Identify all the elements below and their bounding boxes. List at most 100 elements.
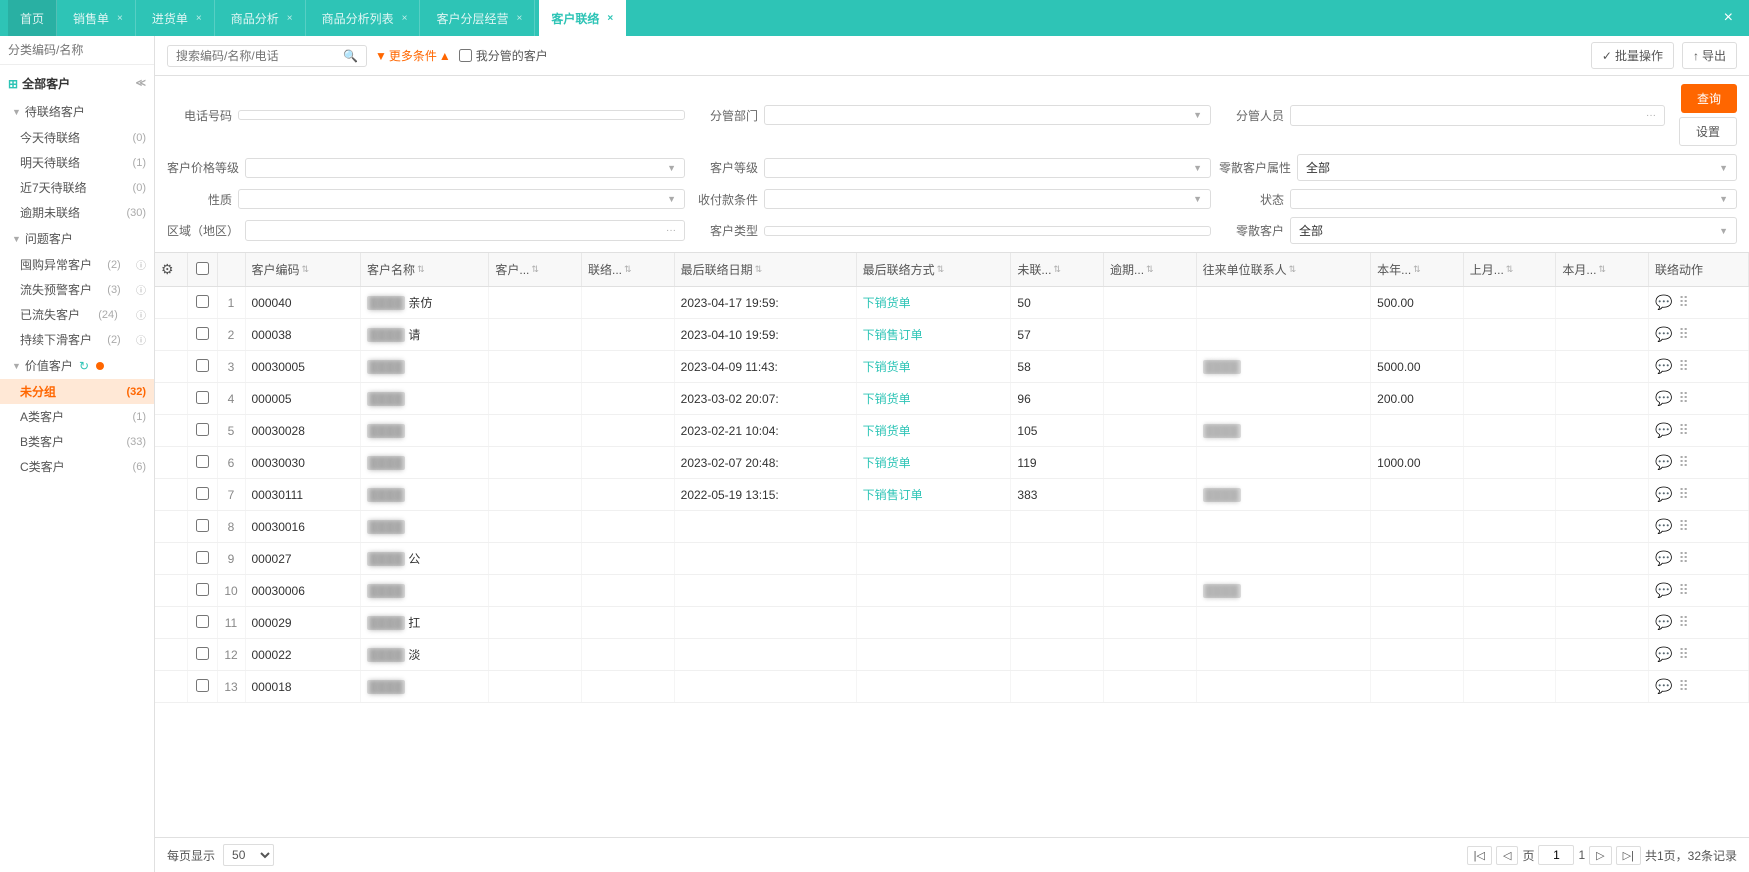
row-checkbox-cell[interactable] [187,639,217,671]
row-checkbox-cell[interactable] [187,287,217,319]
message-action-icon[interactable]: 💬 [1655,390,1672,407]
row-checkbox-cell[interactable] [187,607,217,639]
row-checkbox[interactable] [196,679,209,692]
search-input[interactable] [176,49,339,63]
message-action-icon[interactable]: 💬 [1655,582,1672,599]
next-page-button[interactable]: ▷ [1589,846,1611,865]
col-customer-type[interactable]: 客户... ⇅ [489,253,582,287]
col-last-contact-way[interactable]: 最后联络方式 ⇅ [856,253,1011,287]
search-icon-filter[interactable]: 🔍 [343,49,358,63]
sidebar-group-problem[interactable]: ▼ 问题客户 [0,225,154,252]
col-contact-sort-icon[interactable]: ⇅ [624,264,632,275]
row-last-way-link[interactable]: 下销货单 [863,424,911,438]
message-action-icon[interactable]: 💬 [1655,358,1672,375]
more-action-icon[interactable]: ⠿ [1678,582,1688,599]
sidebar-group-pending[interactable]: ▼ 待联络客户 [0,98,154,125]
page-number-input[interactable] [1538,845,1574,865]
col-last-way-sort-icon[interactable]: ⇅ [937,264,945,275]
row-checkbox-cell[interactable] [187,511,217,543]
col-uncontact-sort-icon[interactable]: ⇅ [1053,264,1061,275]
sidebar-group-value[interactable]: ▼ 价值客户 ↻ [0,352,154,379]
first-page-button[interactable]: |◁ [1467,846,1492,865]
row-checkbox-cell[interactable] [187,447,217,479]
col-gear[interactable]: ⚙ [155,253,187,287]
prev-page-button[interactable]: ◁ [1496,846,1518,865]
sidebar-item-type-a[interactable]: A类客户 (1) [0,404,154,429]
col-year-sort-icon[interactable]: ⇅ [1413,264,1421,275]
row-last-way-link[interactable]: 下销售订单 [863,488,923,502]
row-last-way-link[interactable]: 下销货单 [863,360,911,374]
customer-type-input[interactable] [764,226,1211,236]
customer-seg-tab-close[interactable]: × [516,13,522,24]
row-checkbox[interactable] [196,615,209,628]
col-type-sort-icon[interactable]: ⇅ [531,264,539,275]
dept-select[interactable]: ▼ [764,105,1211,125]
message-action-icon[interactable]: 💬 [1655,646,1672,663]
col-last-month-sort-icon[interactable]: ⇅ [1506,264,1514,275]
region-input[interactable]: ··· [245,220,685,241]
row-checkbox[interactable] [196,519,209,532]
more-action-icon[interactable]: ⠿ [1678,294,1688,311]
more-action-icon[interactable]: ⠿ [1678,390,1688,407]
row-checkbox-cell[interactable] [187,351,217,383]
status-select[interactable]: ▼ [1290,189,1737,209]
col-uncontact-days[interactable]: 未联... ⇅ [1011,253,1104,287]
more-action-icon[interactable]: ⠿ [1678,614,1688,631]
message-action-icon[interactable]: 💬 [1655,518,1672,535]
more-action-icon[interactable]: ⠿ [1678,678,1688,695]
message-action-icon[interactable]: 💬 [1655,550,1672,567]
message-action-icon[interactable]: 💬 [1655,326,1672,343]
message-action-icon[interactable]: 💬 [1655,678,1672,695]
col-contact[interactable]: 联络... ⇅ [582,253,675,287]
scatter-attr-select[interactable]: 全部 ▼ [1297,154,1737,181]
sidebar-item-type-b[interactable]: B类客户 (33) [0,429,154,454]
row-checkbox[interactable] [196,583,209,596]
sidebar-item-churn-warning[interactable]: 流失预警客户 (3) ⓘ [0,277,154,302]
row-checkbox-cell[interactable] [187,575,217,607]
row-last-way-link[interactable]: 下销货单 [863,296,911,310]
row-checkbox-cell[interactable] [187,383,217,415]
more-action-icon[interactable]: ⠿ [1678,646,1688,663]
message-action-icon[interactable]: 💬 [1655,422,1672,439]
col-overdue[interactable]: 逾期... ⇅ [1104,253,1197,287]
analysis-tab-close[interactable]: × [287,13,293,24]
refresh-icon[interactable]: ↻ [79,359,89,373]
reset-button[interactable]: 设置 [1679,117,1737,146]
sidebar-search-input[interactable] [8,43,155,57]
col-code-sort-icon[interactable]: ⇅ [302,264,310,275]
row-last-way-link[interactable]: 下销售订单 [863,328,923,342]
more-action-icon[interactable]: ⠿ [1678,550,1688,567]
row-checkbox-cell[interactable] [187,671,217,703]
row-checkbox-cell[interactable] [187,415,217,447]
row-checkbox[interactable] [196,551,209,564]
col-last-month[interactable]: 上月... ⇅ [1463,253,1556,287]
collapse-icon[interactable]: ≪ [136,78,146,89]
row-checkbox[interactable] [196,423,209,436]
last-page-button[interactable]: ▷| [1616,846,1641,865]
row-checkbox[interactable] [196,487,209,500]
tab-purchase[interactable]: 进货单 × [140,0,215,36]
sidebar-item-declining[interactable]: 持续下滑客户 (2) ⓘ [0,327,154,352]
export-button[interactable]: ↑ 导出 [1682,42,1737,69]
message-action-icon[interactable]: 💬 [1655,486,1672,503]
sales-tab-close[interactable]: × [117,13,123,24]
message-action-icon[interactable]: 💬 [1655,614,1672,631]
col-last-date-sort-icon[interactable]: ⇅ [755,264,763,275]
phone-input[interactable] [238,110,685,120]
page-size-select[interactable]: 50 100 200 [223,844,274,866]
query-button[interactable]: 查询 [1681,84,1737,113]
all-customers-title[interactable]: ⊞ 全部客户 ≪ [0,69,154,98]
search-box[interactable]: 🔍 [167,45,367,67]
person-input[interactable]: ··· [1290,105,1665,126]
customer-grade-select[interactable]: ▼ [764,158,1211,178]
my-customers-checkbox[interactable] [459,49,472,62]
row-last-way-link[interactable]: 下销货单 [863,456,911,470]
col-name-sort-icon[interactable]: ⇅ [417,264,425,275]
customer-contact-tab-close[interactable]: × [607,13,613,24]
more-conditions-button[interactable]: ▼ 更多条件 ▲ [375,47,451,64]
batch-operation-button[interactable]: ✓ 批量操作 [1591,42,1674,69]
tab-customer-contact[interactable]: 客户联络 × [539,0,626,36]
sidebar-item-overdue-pending[interactable]: 逾期未联络 (30) [0,200,154,225]
col-this-month-sort-icon[interactable]: ⇅ [1598,264,1606,275]
col-unit-contact[interactable]: 往来单位联系人 ⇅ [1196,253,1371,287]
